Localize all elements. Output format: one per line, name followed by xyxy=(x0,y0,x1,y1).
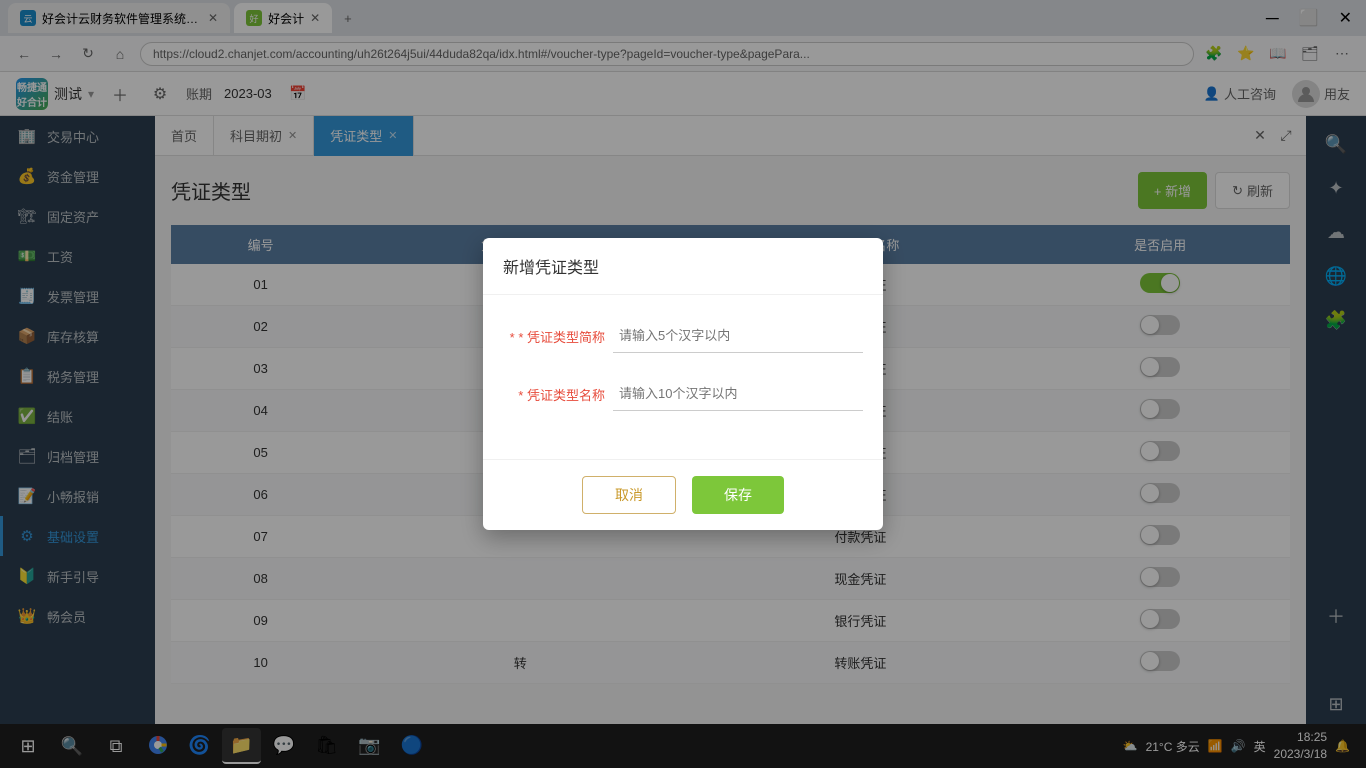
save-button[interactable]: 保存 xyxy=(692,476,784,514)
modal-title: 新增凭证类型 xyxy=(503,260,599,277)
name-label-text: 凭证类型名称 xyxy=(527,388,605,403)
abbr-input[interactable] xyxy=(613,319,863,353)
modal-header: 新增凭证类型 xyxy=(483,238,883,295)
modal-overlay: 新增凭证类型 * * 凭证类型简称 * 凭证类型名称 取消 保存 xyxy=(0,0,1366,768)
abbr-form-row: * * 凭证类型简称 xyxy=(503,319,863,353)
abbr-label: * * 凭证类型简称 xyxy=(503,327,613,346)
name-label: * 凭证类型名称 xyxy=(503,385,613,404)
abbr-required-mark: * xyxy=(510,330,515,345)
name-required-mark: * xyxy=(518,388,523,403)
modal-body: * * 凭证类型简称 * 凭证类型名称 xyxy=(483,295,883,459)
cancel-button[interactable]: 取消 xyxy=(582,476,676,514)
abbr-label-text: * 凭证类型简称 xyxy=(518,330,605,345)
new-voucher-type-modal: 新增凭证类型 * * 凭证类型简称 * 凭证类型名称 取消 保存 xyxy=(483,238,883,530)
name-input[interactable] xyxy=(613,377,863,411)
modal-footer: 取消 保存 xyxy=(483,459,883,530)
name-form-row: * 凭证类型名称 xyxy=(503,377,863,411)
